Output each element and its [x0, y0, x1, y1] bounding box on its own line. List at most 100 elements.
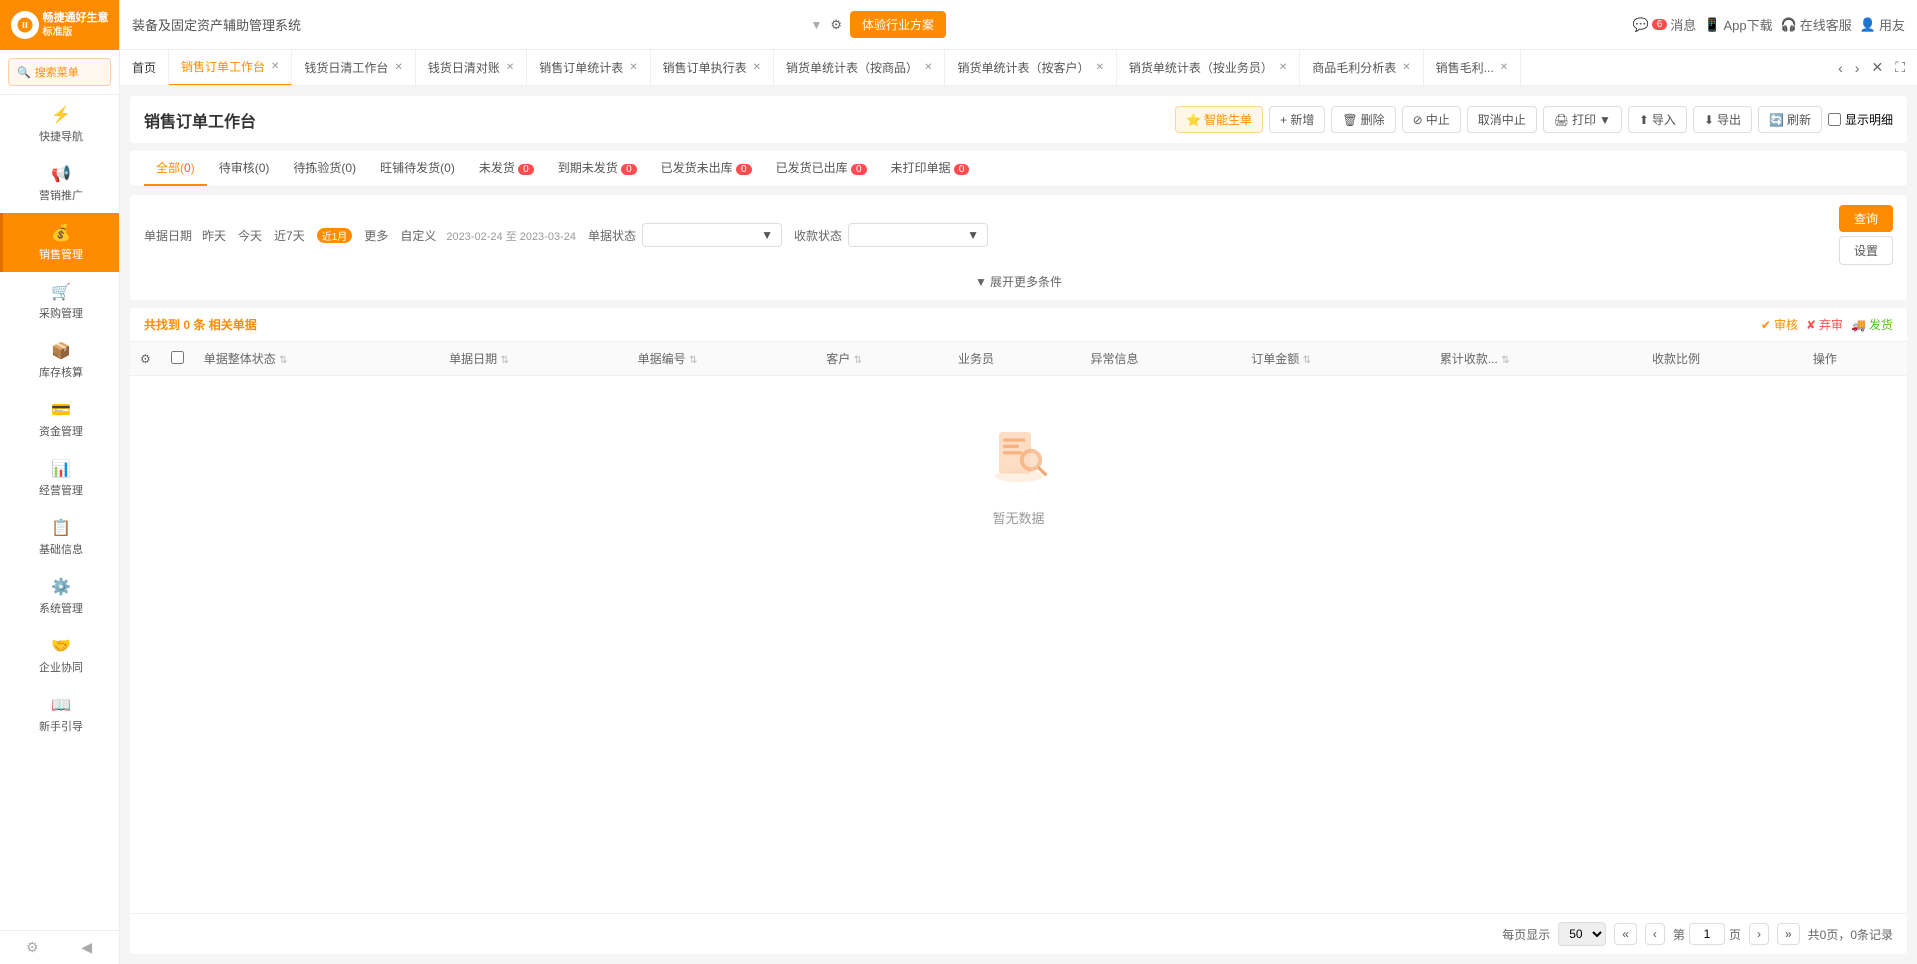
shipped-warehouse-badge: 0: [851, 164, 867, 175]
cancel-stop-button[interactable]: 取消中止: [1467, 106, 1537, 133]
tab-sales-summary-staff[interactable]: 销货单统计表（按业务员） ✕: [1117, 50, 1300, 86]
date-7days-button[interactable]: 近7天: [270, 225, 309, 246]
select-all-checkbox[interactable]: [171, 351, 184, 364]
page-number-input[interactable]: [1689, 923, 1725, 945]
data-table: ⚙ 单据整体状态 ⇅ 单据日期 ⇅: [130, 342, 1907, 376]
date-range-display: 2023-02-24 至 2023-03-24: [446, 228, 576, 244]
sidebar-item-operations[interactable]: 📊 经营管理: [0, 449, 119, 508]
app-download-button[interactable]: 📱 App下载: [1704, 15, 1772, 34]
show-detail-checkbox[interactable]: [1828, 113, 1841, 126]
cancel-icon: ✘: [1806, 318, 1816, 332]
sub-tab-shipped-warehouse[interactable]: 已发货已出库 0: [764, 151, 879, 186]
import-button[interactable]: ⬆ 导入: [1628, 106, 1687, 133]
first-page-button[interactable]: «: [1614, 923, 1637, 945]
tab-sales-more[interactable]: 销售毛利... ✕: [1424, 50, 1521, 86]
tab-fullscreen-button[interactable]: ⛶: [1891, 57, 1909, 78]
refresh-button[interactable]: 🔄 刷新: [1758, 106, 1822, 133]
message-button[interactable]: 💬 6 消息: [1633, 15, 1697, 34]
tab-close-icon[interactable]: ✕: [1095, 62, 1103, 73]
sub-tab-all[interactable]: 全部(0): [144, 151, 207, 186]
expand-filter-button[interactable]: ▼ 展开更多条件: [975, 273, 1062, 290]
tab-close-icon[interactable]: ✕: [394, 62, 402, 73]
tab-sales-exec[interactable]: 销售订单执行表 ✕: [651, 50, 774, 86]
tab-close-all-button[interactable]: ✕: [1867, 57, 1887, 78]
tab-cash-reconcile[interactable]: 钱货日清对账 ✕: [416, 50, 527, 86]
tab-sales-summary-customer[interactable]: 销货单统计表（按客户） ✕: [945, 50, 1116, 86]
tab-close-icon[interactable]: ✕: [1500, 62, 1508, 73]
user-avatar-button[interactable]: 👤 用友: [1860, 15, 1905, 34]
prev-page-button[interactable]: ‹: [1645, 923, 1665, 945]
sidebar-item-finance[interactable]: 💳 资金管理: [0, 390, 119, 449]
settings-icon-button[interactable]: ⚙: [8, 939, 57, 956]
tab-close-icon[interactable]: ✕: [1402, 62, 1410, 73]
smart-create-button[interactable]: ⭐ 智能生单: [1175, 106, 1263, 133]
collapse-sidebar-button[interactable]: ◀: [63, 939, 112, 956]
tab-sales-summary-product[interactable]: 销货单统计表（按商品） ✕: [774, 50, 945, 86]
tab-close-icon[interactable]: ✕: [753, 62, 761, 73]
date-today-button[interactable]: 今天: [234, 225, 266, 246]
last-page-button[interactable]: »: [1777, 923, 1800, 945]
date-filter-item: 单据日期 昨天 今天 近7天 近1月 更多 自定义 2023-02-24 至 2…: [144, 225, 576, 246]
date-1month-button[interactable]: 近1月: [313, 226, 357, 245]
tab-cash-daily[interactable]: 钱货日清工作台 ✕: [292, 50, 415, 86]
sub-tab-expired-not-shipped[interactable]: 到期未发货 0: [546, 151, 649, 186]
print-button[interactable]: 🖨 打印 ▼: [1543, 106, 1622, 133]
sub-tab-wangpu-ship[interactable]: 旺铺待发货(0): [368, 151, 467, 186]
tab-scroll-right-button[interactable]: ›: [1851, 58, 1864, 78]
tab-gross-profit[interactable]: 商品毛利分析表 ✕: [1300, 50, 1423, 86]
date-more-button[interactable]: 更多: [360, 225, 392, 246]
sidebar-item-purchase[interactable]: 🛒 采购管理: [0, 272, 119, 331]
sidebar-item-inventory[interactable]: 📦 库存核算: [0, 331, 119, 390]
pagination: 每页显示 50 « ‹ 第 页 › » 共0页，0条记录: [130, 913, 1907, 954]
shipped-not-warehouse-badge: 0: [736, 164, 752, 175]
payment-status-select[interactable]: ▼: [848, 223, 988, 247]
cancel-review-action-button[interactable]: ✘ 弃审: [1806, 316, 1843, 333]
tab-scroll-left-button[interactable]: ‹: [1834, 58, 1847, 78]
tab-close-icon[interactable]: ✕: [924, 62, 932, 73]
sort-icon: ⇅: [1501, 355, 1509, 366]
sidebar-item-system[interactable]: ⚙️ 系统管理: [0, 567, 119, 626]
next-page-button[interactable]: ›: [1749, 923, 1769, 945]
review-action-button[interactable]: ✔ 审核: [1761, 316, 1798, 333]
refresh-icon: 🔄: [1769, 113, 1784, 127]
tab-close-icon[interactable]: ✕: [629, 62, 637, 73]
tab-sales-stats[interactable]: 销售订单统计表 ✕: [527, 50, 650, 86]
export-button[interactable]: ⬇ 导出: [1693, 106, 1752, 133]
sidebar-item-sales[interactable]: 💰 销售管理: [0, 213, 119, 272]
sidebar-item-marketing[interactable]: 📢 营销推广: [0, 154, 119, 213]
sidebar-item-basic[interactable]: 📋 基础信息: [0, 508, 119, 567]
page-size-select[interactable]: 50: [1558, 922, 1606, 946]
tab-close-icon[interactable]: ✕: [506, 62, 514, 73]
settings-button[interactable]: 设置: [1839, 236, 1893, 265]
sub-tab-not-printed[interactable]: 未打印单据 0: [879, 151, 982, 186]
sub-tab-shipped-not-warehouse[interactable]: 已发货未出库 0: [649, 151, 764, 186]
payment-status-filter-item: 收款状态 ▼: [794, 223, 988, 247]
sub-tab-pending-review[interactable]: 待审核(0): [207, 151, 282, 186]
add-button[interactable]: + 新增: [1269, 106, 1325, 133]
sidebar-item-quick-nav[interactable]: ⚡ 快捷导航: [0, 95, 119, 154]
column-settings-icon[interactable]: ⚙: [140, 352, 151, 366]
status-select[interactable]: ▼: [642, 223, 782, 247]
date-custom-button[interactable]: 自定义: [396, 225, 440, 246]
tab-sales-workbench[interactable]: 销售订单工作台 ✕: [169, 50, 292, 86]
ship-action-button[interactable]: 🚚 发货: [1851, 316, 1893, 333]
delete-button[interactable]: 🗑 删除: [1331, 106, 1395, 133]
tab-home[interactable]: 首页: [120, 50, 169, 86]
stop-button[interactable]: ⊘ 中止: [1402, 106, 1461, 133]
online-service-button[interactable]: 🎧 在线客服: [1781, 15, 1852, 34]
date-yesterday-button[interactable]: 昨天: [198, 225, 230, 246]
sub-tab-not-shipped[interactable]: 未发货 0: [467, 151, 546, 186]
tab-close-icon[interactable]: ✕: [1279, 62, 1287, 73]
show-detail-checkbox-label[interactable]: 显示明细: [1828, 111, 1893, 128]
date-filter-label: 单据日期: [144, 227, 192, 244]
sidebar-item-guide[interactable]: 📖 新手引导: [0, 685, 119, 744]
industry-solution-button[interactable]: 体验行业方案: [850, 11, 946, 38]
search-menu-button[interactable]: 🔍 搜索菜单: [8, 58, 111, 86]
query-button[interactable]: 查询: [1839, 205, 1893, 232]
table-scroll-container[interactable]: ⚙ 单据整体状态 ⇅ 单据日期 ⇅: [130, 342, 1907, 913]
sub-tab-pending-check[interactable]: 待拣验货(0): [281, 151, 368, 186]
sidebar-item-enterprise[interactable]: 🤝 企业协同: [0, 626, 119, 685]
settings-gear-button[interactable]: ⚙: [830, 17, 842, 33]
guide-icon: 📖: [51, 695, 71, 715]
tab-close-icon[interactable]: ✕: [271, 61, 279, 72]
